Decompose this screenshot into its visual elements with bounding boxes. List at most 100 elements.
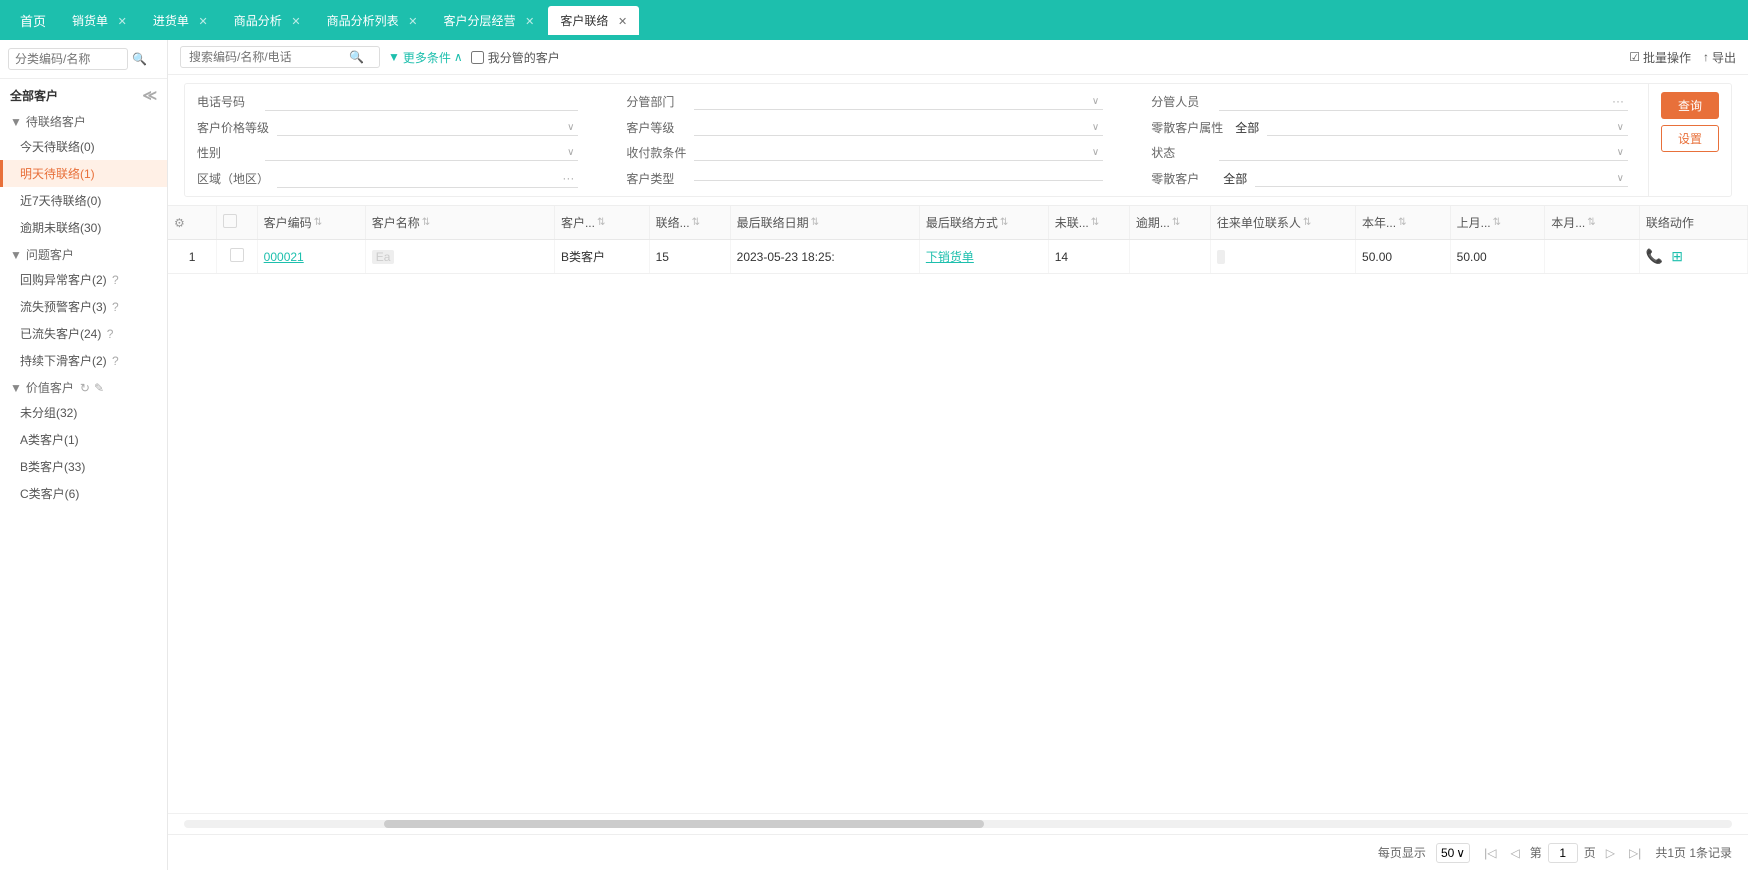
- action-icons-container: 📞 ⊞: [1646, 248, 1741, 265]
- page-size-chevron-icon: ∨: [1456, 846, 1465, 860]
- nav-product-analysis[interactable]: 商品分析 ✕: [222, 6, 313, 35]
- filter-customer-level: 客户等级 ∨: [626, 119, 1103, 136]
- customer-level-select[interactable]: ∨: [694, 120, 1103, 136]
- sort-code-icon[interactable]: ⇅: [314, 217, 322, 228]
- region-ellipsis-icon[interactable]: ···: [562, 171, 574, 185]
- main-layout: 🔍 全部客户 ≪ ▼ 待联络客户 今天待联络(0) 明天待联络(1) 近7天待联…: [0, 40, 1748, 870]
- retail-attr-chevron-icon: ∨: [1617, 122, 1624, 133]
- sidebar-item-7day-contact[interactable]: 近7天待联络(0): [0, 187, 167, 214]
- region-label: 区域（地区）: [197, 170, 269, 187]
- person-ellipsis-icon[interactable]: ···: [1612, 94, 1624, 108]
- first-page-btn[interactable]: |◁: [1480, 844, 1500, 862]
- close-purchase-order-icon[interactable]: ✕: [199, 16, 208, 28]
- next-page-btn[interactable]: ▷: [1602, 844, 1619, 862]
- row-type: B类客户: [554, 240, 649, 274]
- last-page-btn[interactable]: ▷|: [1625, 844, 1645, 862]
- row-checkbox[interactable]: [230, 248, 244, 262]
- payment-select[interactable]: ∨: [694, 145, 1103, 161]
- edit-value-icon[interactable]: ✎: [94, 381, 104, 395]
- sidebar-item-tomorrow-contact[interactable]: 明天待联络(1): [0, 160, 167, 187]
- customer-level-label: 客户等级: [626, 119, 686, 136]
- retail-customer-select[interactable]: ∨: [1255, 171, 1628, 187]
- filter-dept: 分管部门 ∨: [626, 93, 1103, 110]
- sidebar-item-churned[interactable]: 已流失客户(24) ?: [0, 320, 167, 347]
- sidebar-item-declining[interactable]: 持续下滑客户(2) ?: [0, 347, 167, 374]
- nav-sales-order[interactable]: 销货单 ✕: [60, 6, 139, 35]
- value-group-title[interactable]: ▼ 价值客户 ↻ ✎: [0, 374, 167, 399]
- customer-type-select[interactable]: [694, 176, 1103, 181]
- select-all-checkbox[interactable]: [223, 214, 237, 228]
- query-button[interactable]: 查询: [1661, 92, 1719, 119]
- sidebar-item-overdue-contact[interactable]: 逾期未联络(30): [0, 214, 167, 241]
- sort-contact-icon[interactable]: ⇅: [692, 217, 700, 228]
- nav-product-analysis-list[interactable]: 商品分析列表 ✕: [315, 6, 430, 35]
- sort-name-icon[interactable]: ⇅: [422, 217, 430, 228]
- content-area: 🔍 ▼ 更多条件 ∧ 我分管的客户 ☑ 批量操作 ↑ 导出: [168, 40, 1748, 870]
- problem-group-title[interactable]: ▼ 问题客户: [0, 241, 167, 266]
- col-contact-header: 联络...⇅: [649, 206, 730, 240]
- sort-company-icon[interactable]: ⇅: [1303, 217, 1311, 228]
- gender-select[interactable]: ∨: [265, 145, 578, 161]
- sort-overdue-icon[interactable]: ⇅: [1172, 217, 1180, 228]
- set-button[interactable]: 设置: [1661, 125, 1719, 152]
- action-grid-icon[interactable]: ⊞: [1671, 248, 1683, 265]
- scrollbar-thumb[interactable]: [384, 820, 984, 828]
- sidebar-search-input[interactable]: [8, 48, 128, 70]
- table-settings-icon[interactable]: ⚙: [174, 216, 185, 230]
- col-action-header: 联络动作: [1639, 206, 1747, 240]
- customer-price-select[interactable]: ∨: [277, 120, 578, 136]
- row-code-link[interactable]: 000021: [264, 250, 304, 264]
- top-nav: 首页 销货单 ✕ 进货单 ✕ 商品分析 ✕ 商品分析列表 ✕ 客户分层经营 ✕ …: [0, 0, 1748, 40]
- sidebar-item-c-class[interactable]: C类客户(6): [0, 480, 167, 507]
- sidebar-search-icon[interactable]: 🔍: [132, 52, 147, 66]
- sort-date-icon[interactable]: ⇅: [811, 217, 819, 228]
- nav-purchase-order[interactable]: 进货单 ✕: [141, 6, 220, 35]
- export-btn[interactable]: ↑ 导出: [1703, 49, 1736, 66]
- col-type-header: 客户...⇅: [554, 206, 649, 240]
- row-company-contact: [1217, 250, 1225, 264]
- sidebar-item-ungrouped[interactable]: 未分组(32): [0, 399, 167, 426]
- customer-level-chevron-icon: ∨: [1092, 122, 1099, 133]
- sort-method-icon[interactable]: ⇅: [1000, 217, 1008, 228]
- sort-type-icon[interactable]: ⇅: [597, 217, 605, 228]
- close-product-analysis-icon[interactable]: ✕: [291, 16, 300, 28]
- gender-label: 性别: [197, 144, 257, 161]
- page-size-select[interactable]: 50 ∨: [1436, 843, 1470, 863]
- close-customer-layering-icon[interactable]: ✕: [525, 16, 534, 28]
- my-customers-checkbox[interactable]: [471, 51, 484, 64]
- sidebar-item-churn-warning[interactable]: 流失预警客户(3) ?: [0, 293, 167, 320]
- sort-uncontact-icon[interactable]: ⇅: [1091, 217, 1099, 228]
- more-conditions-btn[interactable]: ▼ 更多条件 ∧: [388, 49, 463, 66]
- nav-customer-contact[interactable]: 客户联络 ✕: [548, 6, 639, 35]
- main-search-icon[interactable]: 🔍: [349, 50, 364, 64]
- row-overdue: [1129, 240, 1210, 274]
- sort-year-icon[interactable]: ⇅: [1398, 217, 1406, 228]
- retail-attr-select[interactable]: ∨: [1267, 120, 1628, 136]
- batch-op-btn[interactable]: ☑ 批量操作: [1629, 49, 1691, 66]
- nav-home[interactable]: 首页: [8, 5, 58, 36]
- dept-select[interactable]: ∨: [694, 94, 1103, 110]
- col-company-header: 往来单位联系人⇅: [1210, 206, 1355, 240]
- sort-thismonth-icon[interactable]: ⇅: [1587, 217, 1595, 228]
- refresh-icon[interactable]: ↻: [80, 381, 90, 395]
- sidebar-item-b-class[interactable]: B类客户(33): [0, 453, 167, 480]
- sidebar-item-repurchase-abnormal[interactable]: 回购异常客户(2) ?: [0, 266, 167, 293]
- close-product-analysis-list-icon[interactable]: ✕: [408, 16, 417, 28]
- main-search-input[interactable]: [189, 50, 349, 64]
- sidebar-item-today-contact[interactable]: 今天待联络(0): [0, 133, 167, 160]
- action-phone-icon[interactable]: 📞: [1646, 248, 1663, 265]
- collapse-all-customers-icon[interactable]: ≪: [142, 87, 157, 104]
- status-select[interactable]: ∨: [1219, 145, 1628, 161]
- page-number-input[interactable]: [1548, 843, 1578, 863]
- prev-page-btn[interactable]: ◁: [1506, 844, 1523, 862]
- export-icon: ↑: [1703, 50, 1709, 64]
- close-sales-order-icon[interactable]: ✕: [118, 16, 127, 28]
- close-customer-contact-icon[interactable]: ✕: [618, 16, 627, 28]
- sidebar-item-a-class[interactable]: A类客户(1): [0, 426, 167, 453]
- pending-group-title[interactable]: ▼ 待联络客户: [0, 108, 167, 133]
- nav-customer-layering[interactable]: 客户分层经营 ✕: [431, 6, 546, 35]
- row-method-link[interactable]: 下销货单: [926, 250, 974, 264]
- sort-lastmonth-icon[interactable]: ⇅: [1493, 217, 1501, 228]
- phone-input[interactable]: [265, 92, 578, 111]
- filter-bar: 🔍 ▼ 更多条件 ∧ 我分管的客户 ☑ 批量操作 ↑ 导出: [168, 40, 1748, 75]
